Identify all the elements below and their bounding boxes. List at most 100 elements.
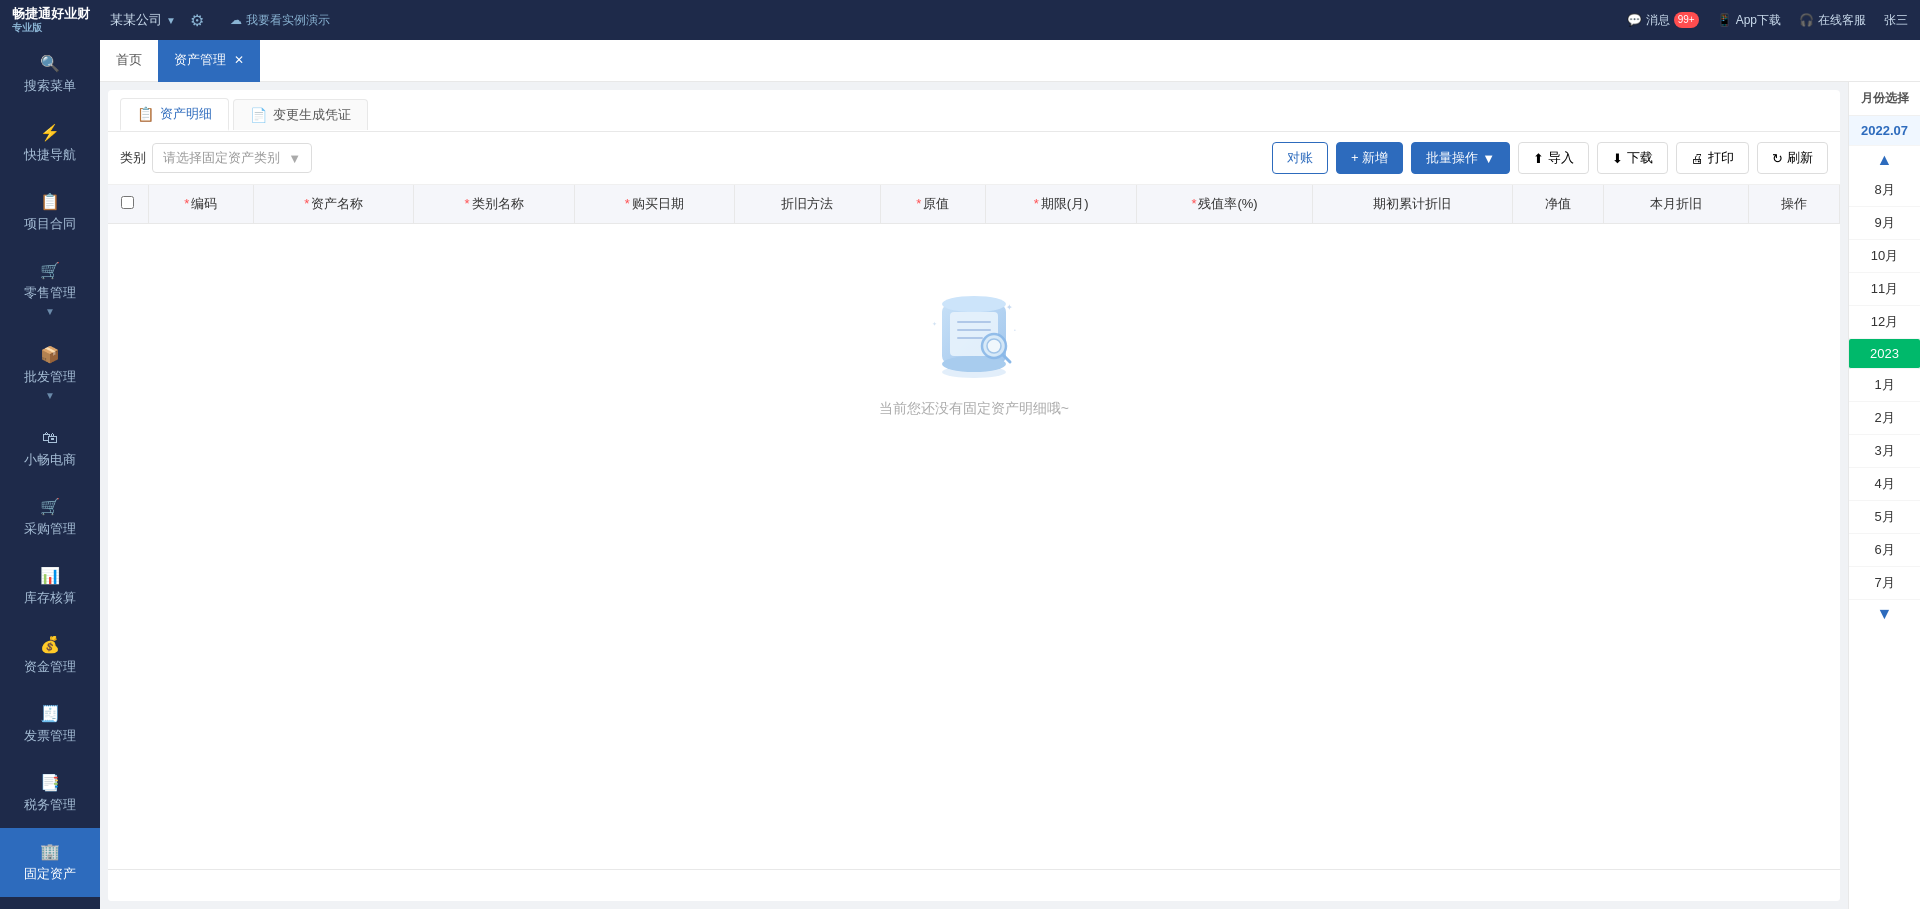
sidebar-item-quicknav[interactable]: ⚡ 快捷导航 [0,109,100,178]
month-item-6[interactable]: 6月 [1849,534,1920,567]
month-item-10[interactable]: 10月 [1849,240,1920,273]
select-all-header[interactable] [108,185,148,224]
col-purchase-date: *购买日期 [574,185,734,224]
sidebar-item-funds[interactable]: 💰 资金管理 [0,621,100,690]
online-service-label: 在线客服 [1818,12,1866,29]
user-name: 张三 [1884,12,1908,29]
svg-text:•: • [1014,327,1016,333]
message-label: 消息 [1646,12,1670,29]
quicknav-icon: ⚡ [40,123,60,142]
app-download-button[interactable]: 📱 App下载 [1717,12,1781,29]
sidebar-item-retail[interactable]: 🛒 零售管理 ▼ [0,247,100,331]
sidebar-item-search[interactable]: 🔍 搜索菜单 [0,40,100,109]
sidebar-label-purchase: 采购管理 [24,520,76,538]
month-item-12[interactable]: 12月 [1849,306,1920,339]
sub-tab-voucher-label: 变更生成凭证 [273,106,351,124]
invoice-icon: 🧾 [40,704,60,723]
month-item-11[interactable]: 11月 [1849,273,1920,306]
sidebar-item-tax[interactable]: 📑 税务管理 [0,759,100,828]
refresh-button[interactable]: ↻ 刷新 [1757,142,1828,174]
sidebar-label-ecommerce: 小畅电商 [24,451,76,469]
category-dropdown[interactable]: 请选择固定资产类别 ▼ [152,143,312,173]
category-label: 类别 [120,149,146,167]
company-selector[interactable]: 某某公司 ▼ [110,11,176,29]
empty-illustration: ✦ ✦ • [914,284,1034,384]
toolbar-right: 对账 + 新增 批量操作 ▼ ⬆ 导入 ⬇ 下载 [1272,142,1828,174]
reconcile-button[interactable]: 对账 [1272,142,1328,174]
sidebar-item-inventory[interactable]: 📊 库存核算 [0,552,100,621]
col-asset-name: *资产名称 [254,185,414,224]
headset-icon: 🎧 [1799,13,1814,27]
sub-tab-detail[interactable]: 📋 资产明细 [120,98,229,131]
download-button[interactable]: ⬇ 下载 [1597,142,1668,174]
message-button[interactable]: 💬 消息 99+ [1627,12,1699,29]
month-item-1[interactable]: 1月 [1849,369,1920,402]
tab-home[interactable]: 首页 [100,40,158,82]
month-item-3[interactable]: 3月 [1849,435,1920,468]
main-panel: 📋 资产明细 📄 变更生成凭证 类别 请选择固定资产类别 ▼ [108,90,1840,901]
svg-text:✦: ✦ [932,321,937,327]
month-item-8[interactable]: 8月 [1849,174,1920,207]
search-icon: 🔍 [40,54,60,73]
tab-assets-label: 资产管理 [174,51,226,69]
sidebar-label-invoice: 发票管理 [24,727,76,745]
sidebar-item-assets[interactable]: 🏢 固定资产 [0,828,100,897]
refresh-icon: ↻ [1772,151,1783,166]
print-button[interactable]: 🖨 打印 [1676,142,1749,174]
chevron-down-icon: ▼ [166,15,176,26]
select-all-checkbox[interactable] [121,196,134,209]
month-item-7[interactable]: 7月 [1849,567,1920,600]
month-item-2[interactable]: 2月 [1849,402,1920,435]
month-item-9[interactable]: 9月 [1849,207,1920,240]
print-icon: 🖨 [1691,151,1704,166]
app-edition: 专业版 [12,22,90,34]
col-original-value: *原值 [880,185,986,224]
main-layout: 🔍 搜索菜单 ⚡ 快捷导航 📋 项目合同 🛒 零售管理 ▼ 📦 批发管理 ▼ 🛍… [0,40,1920,909]
sidebar-item-ecommerce[interactable]: 🛍 小畅电商 [0,415,100,483]
online-service-button[interactable]: 🎧 在线客服 [1799,12,1866,29]
table-header-row: *编码 *资产名称 *类别名称 *购买日期 折旧方法 *原值 *期限(月) *残… [108,185,1840,224]
page-content: 📋 资产明细 📄 变更生成凭证 类别 请选择固定资产类别 ▼ [100,82,1920,909]
tab-bar: 首页 资产管理 ✕ [100,40,1920,82]
app-name: 畅捷通好业财 [12,6,90,22]
content-area: 首页 资产管理 ✕ 📋 资产明细 📄 变更生成凭证 [100,40,1920,909]
month-panel: 月份选择 2022.07 ▲ 8月 9月 10月 11月 12月 2023 1月… [1848,82,1920,909]
voucher-tab-icon: 📄 [250,107,267,123]
col-code: *编码 [148,185,254,224]
demo-text: 我要看实例演示 [246,12,330,29]
page-bottom [108,869,1840,901]
sidebar-item-wholesale[interactable]: 📦 批发管理 ▼ [0,331,100,415]
tab-assets[interactable]: 资产管理 ✕ [158,40,260,82]
empty-state: ✦ ✦ • 当前您还没有固定资产明细哦~ [108,224,1840,478]
sidebar-item-purchase[interactable]: 🛒 采购管理 [0,483,100,552]
dropdown-arrow-icon: ▼ [288,151,301,166]
close-icon[interactable]: ✕ [234,53,244,67]
svg-point-2 [942,296,1006,312]
funds-icon: 💰 [40,635,60,654]
add-button[interactable]: + 新增 [1336,142,1403,174]
category-placeholder: 请选择固定资产类别 [163,149,280,167]
toolbar: 类别 请选择固定资产类别 ▼ 对账 + 新增 批量操作 ▼ [108,132,1840,185]
batch-ops-button[interactable]: 批量操作 ▼ [1411,142,1510,174]
sidebar-item-invoice[interactable]: 🧾 发票管理 [0,690,100,759]
month-year-2023[interactable]: 2023 [1849,339,1920,369]
svg-text:✦: ✦ [1006,303,1013,312]
empty-text: 当前您还没有固定资产明细哦~ [879,400,1069,418]
sidebar-item-project[interactable]: 📋 项目合同 [0,178,100,247]
tab-home-label: 首页 [116,51,142,69]
sidebar-label-inventory: 库存核算 [24,589,76,607]
sidebar-label-quicknav: 快捷导航 [24,146,76,164]
settings-icon[interactable]: ⚙ [190,11,204,30]
import-button[interactable]: ⬆ 导入 [1518,142,1589,174]
sub-tab-voucher[interactable]: 📄 变更生成凭证 [233,99,368,130]
month-nav-up[interactable]: ▲ [1877,146,1893,174]
month-nav-down[interactable]: ▼ [1877,600,1893,628]
project-icon: 📋 [40,192,60,211]
print-label: 打印 [1708,149,1734,167]
month-current-year[interactable]: 2022.07 [1849,116,1920,146]
month-item-5[interactable]: 5月 [1849,501,1920,534]
sidebar-item-payroll[interactable]: 💴 工资 [0,897,100,909]
demo-link[interactable]: ☁ 我要看实例演示 [230,12,330,29]
download-icon: ⬇ [1612,151,1623,166]
month-item-4[interactable]: 4月 [1849,468,1920,501]
